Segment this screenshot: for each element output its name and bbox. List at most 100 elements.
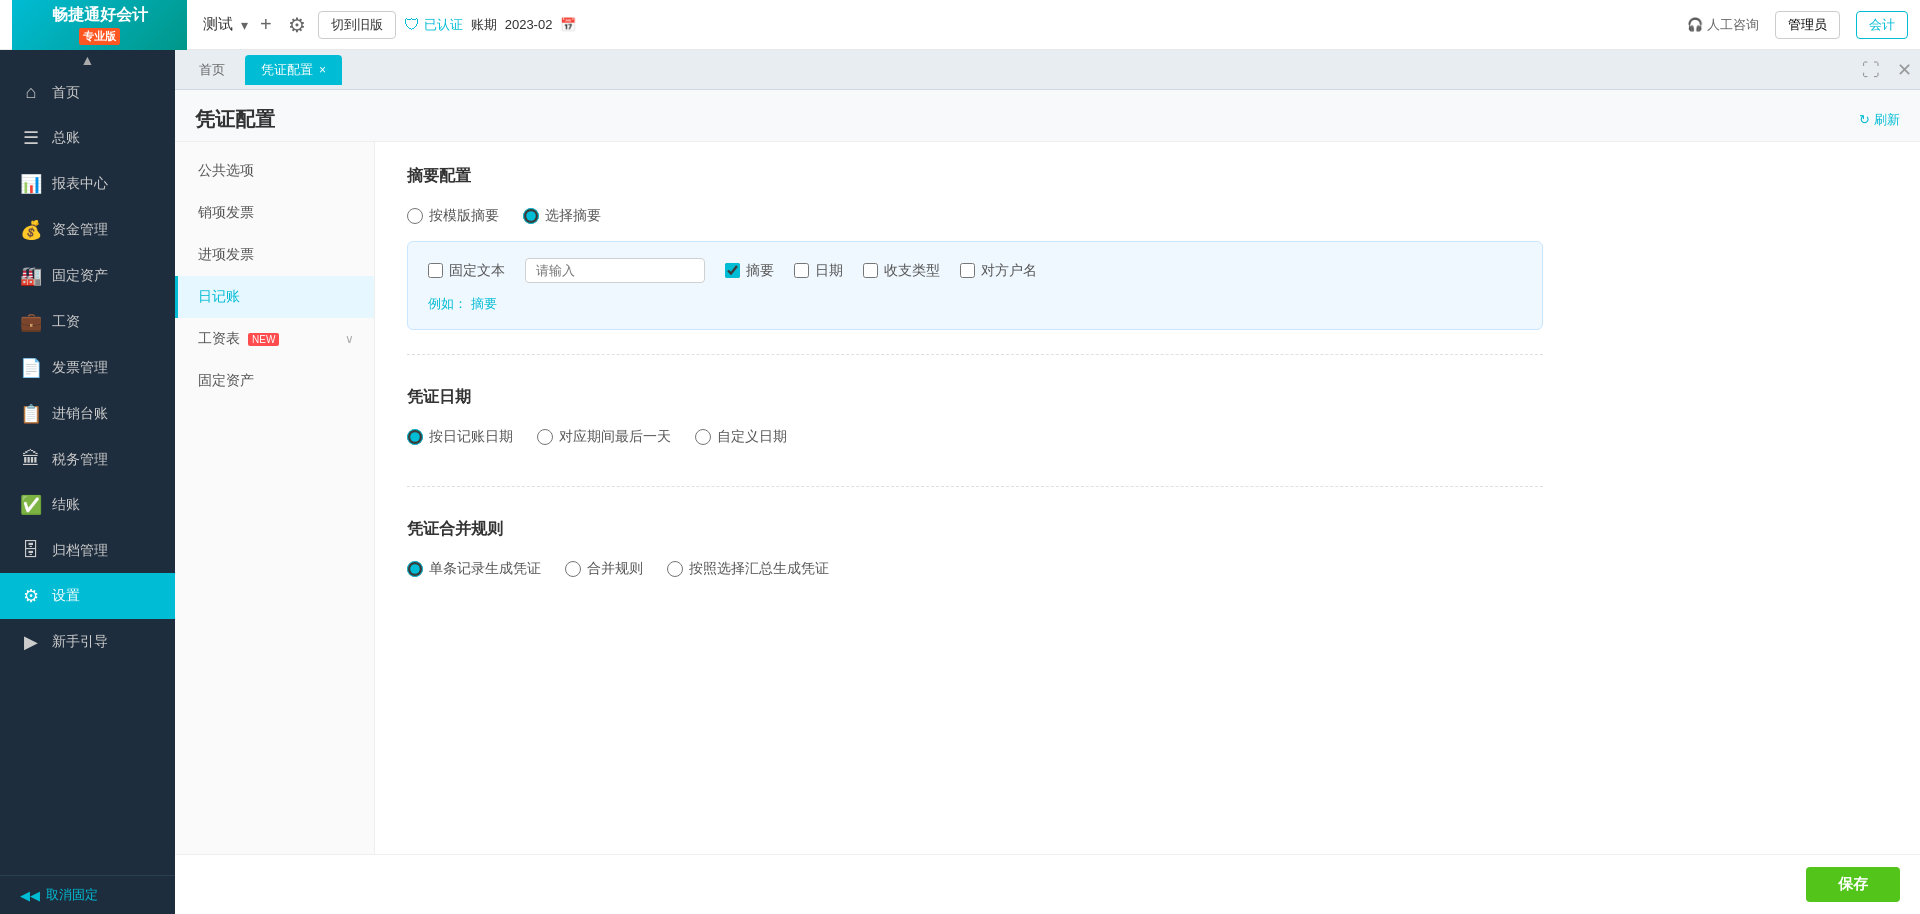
funds-icon: 💰 bbox=[20, 219, 42, 241]
left-nav-item-fixed[interactable]: 固定资产 bbox=[175, 360, 374, 402]
sidebar-item-tax[interactable]: 🏛税务管理 bbox=[0, 437, 175, 482]
accountant-button[interactable]: 会计 bbox=[1856, 11, 1908, 39]
admin-button[interactable]: 管理员 bbox=[1775, 11, 1840, 39]
sidebar-item-funds[interactable]: 💰资金管理 bbox=[0, 207, 175, 253]
period-last-radio[interactable]: 对应期间最后一天 bbox=[537, 428, 671, 446]
tab-voucher-config[interactable]: 凭证配置 × bbox=[245, 55, 342, 85]
counterpart-checkbox-label[interactable]: 对方户名 bbox=[960, 262, 1037, 280]
project-dropdown-icon[interactable]: ▾ bbox=[241, 17, 248, 33]
fixed-text-checkbox-label[interactable]: 固定文本 bbox=[428, 262, 505, 280]
expand-icon[interactable]: ⛶ bbox=[1862, 59, 1880, 80]
settings-gear-button[interactable]: ⚙ bbox=[284, 9, 310, 41]
single-record-input[interactable] bbox=[407, 561, 423, 577]
main-layout: ▲ ⌂首页☰总账📊报表中心💰资金管理🏭固定资产💼工资📄发票管理📋进销台账🏛税务管… bbox=[0, 50, 1920, 914]
left-nav-item-journal[interactable]: 日记账 bbox=[175, 276, 374, 318]
sidebar-item-guide[interactable]: ▶新手引导 bbox=[0, 619, 175, 665]
summary-options-row: 固定文本 摘要 日期 bbox=[428, 258, 1522, 283]
summary-config-section: 摘要配置 按模版摘要 选择摘要 bbox=[407, 166, 1543, 355]
left-nav-item-public[interactable]: 公共选项 bbox=[175, 150, 374, 192]
summary-radio-group: 按模版摘要 选择摘要 bbox=[407, 207, 1543, 225]
period-last-input[interactable] bbox=[537, 429, 553, 445]
sidebar-item-reports[interactable]: 📊报表中心 bbox=[0, 161, 175, 207]
custom-date-radio[interactable]: 自定义日期 bbox=[695, 428, 787, 446]
select-all-input[interactable] bbox=[667, 561, 683, 577]
income-type-checkbox-label[interactable]: 收支类型 bbox=[863, 262, 940, 280]
page-title: 凭证配置 bbox=[195, 106, 275, 133]
sidebar-item-invoice_mgmt[interactable]: 📄 发票管理 bbox=[0, 345, 175, 391]
sidebar-item-home[interactable]: ⌂首页 bbox=[0, 70, 175, 115]
merge-radio[interactable]: 合并规则 bbox=[565, 560, 643, 578]
summary-checkbox[interactable] bbox=[725, 263, 740, 278]
left-nav-item-payroll[interactable]: 工资表NEW∨ bbox=[175, 318, 374, 360]
sidebar: ▲ ⌂首页 ☰ 总账 📊报表中心💰资金管理🏭固定资产💼工资 📄 发票管理 📋进销台账🏛税务管… bbox=[0, 50, 175, 914]
single-record-radio[interactable]: 单条记录生成凭证 bbox=[407, 560, 541, 578]
date-checkbox-label[interactable]: 日期 bbox=[794, 262, 843, 280]
period-label: 账期 bbox=[471, 16, 497, 34]
logo: 畅捷通好会计 专业版 bbox=[12, 0, 187, 50]
badge-new-payroll: NEW bbox=[248, 333, 279, 346]
sidebar-item-closing[interactable]: ✅ 结账 bbox=[0, 482, 175, 528]
merge-rule-title: 凭证合并规则 bbox=[407, 519, 1543, 540]
merge-rule-radio-group: 单条记录生成凭证 合并规则 按照选择汇总生成凭证 bbox=[407, 560, 1543, 578]
fixed_assets-icon: 🏭 bbox=[20, 265, 42, 287]
refresh-button[interactable]: ↻ 刷新 bbox=[1859, 111, 1900, 129]
summary-checkbox-label[interactable]: 摘要 bbox=[725, 262, 774, 280]
summary-template-radio[interactable]: 按模版摘要 bbox=[407, 207, 499, 225]
example-value: 摘要 bbox=[471, 296, 497, 311]
sidebar-item-purchase_sale[interactable]: 📋进销台账 bbox=[0, 391, 175, 437]
summary-label: 摘要 bbox=[746, 262, 774, 280]
cancel-fixed-button[interactable]: ◀◀ 取消固定 bbox=[0, 875, 175, 914]
sidebar-item-archive[interactable]: 🗄归档管理 bbox=[0, 528, 175, 573]
ledger-icon: ☰ bbox=[20, 127, 42, 149]
sidebar-label-closing: 结账 bbox=[52, 496, 80, 514]
sidebar-item-fixed_assets[interactable]: 🏭固定资产 bbox=[0, 253, 175, 299]
summary-options-box: 固定文本 摘要 日期 bbox=[407, 241, 1543, 330]
sidebar-label-invoice_mgmt: 发票管理 bbox=[52, 359, 108, 377]
journal-date-input[interactable] bbox=[407, 429, 423, 445]
invoice_mgmt-icon: 📄 bbox=[20, 357, 42, 379]
closing-icon: ✅ bbox=[20, 494, 42, 516]
sidebar-label-salary: 工资 bbox=[52, 313, 80, 331]
merge-input[interactable] bbox=[565, 561, 581, 577]
sidebar-label-settings: 设置 bbox=[52, 587, 80, 605]
summary-config-title: 摘要配置 bbox=[407, 166, 1543, 187]
summary-select-radio[interactable]: 选择摘要 bbox=[523, 207, 601, 225]
save-button[interactable]: 保存 bbox=[1806, 867, 1900, 902]
income-type-checkbox[interactable] bbox=[863, 263, 878, 278]
journal-date-radio[interactable]: 按日记账日期 bbox=[407, 428, 513, 446]
calendar-icon[interactable]: 📅 bbox=[560, 17, 576, 32]
example-text: 例如： 摘要 bbox=[428, 295, 1522, 313]
refresh-label: 刷新 bbox=[1874, 111, 1900, 129]
add-button[interactable]: + bbox=[256, 9, 276, 40]
consult-button[interactable]: 🎧 人工咨询 bbox=[1687, 16, 1759, 34]
tab-bar: 首页 凭证配置 × ⛶ ✕ bbox=[175, 50, 1920, 90]
tab-close-icon[interactable]: × bbox=[319, 63, 326, 77]
sidebar-label-archive: 归档管理 bbox=[52, 542, 108, 560]
expand-icon-payroll[interactable]: ∨ bbox=[345, 332, 354, 346]
sidebar-label-tax: 税务管理 bbox=[52, 451, 108, 469]
switch-old-button[interactable]: 切到旧版 bbox=[318, 11, 396, 39]
counterpart-checkbox[interactable] bbox=[960, 263, 975, 278]
refresh-icon: ↻ bbox=[1859, 112, 1870, 127]
date-checkbox[interactable] bbox=[794, 263, 809, 278]
sidebar-label-ledger: 总账 bbox=[52, 129, 80, 147]
content-area: 首页 凭证配置 × ⛶ ✕ 凭证配置 ↻ 刷新 公共选项销项 bbox=[175, 50, 1920, 914]
page-header: 凭证配置 ↻ 刷新 bbox=[175, 90, 1920, 142]
fixed-text-input[interactable] bbox=[525, 258, 705, 283]
select-all-radio[interactable]: 按照选择汇总生成凭证 bbox=[667, 560, 829, 578]
close-all-icon[interactable]: ✕ bbox=[1897, 59, 1912, 81]
summary-select-input[interactable] bbox=[523, 208, 539, 224]
left-nav-item-sales[interactable]: 销项发票 bbox=[175, 192, 374, 234]
guide-icon: ▶ bbox=[20, 631, 42, 653]
summary-template-input[interactable] bbox=[407, 208, 423, 224]
sidebar-item-salary[interactable]: 💼工资 bbox=[0, 299, 175, 345]
sidebar-item-settings[interactable]: ⚙设置 bbox=[0, 573, 175, 619]
left-nav-item-purchase[interactable]: 进项发票 bbox=[175, 234, 374, 276]
fixed-text-checkbox[interactable] bbox=[428, 263, 443, 278]
custom-date-input[interactable] bbox=[695, 429, 711, 445]
tab-home[interactable]: 首页 bbox=[183, 55, 241, 85]
logo-text: 畅捷通好会计 bbox=[52, 5, 148, 26]
custom-date-label: 自定义日期 bbox=[717, 428, 787, 446]
sidebar-item-ledger[interactable]: ☰ 总账 bbox=[0, 115, 175, 161]
sidebar-scroll-up[interactable]: ▲ bbox=[0, 50, 175, 70]
